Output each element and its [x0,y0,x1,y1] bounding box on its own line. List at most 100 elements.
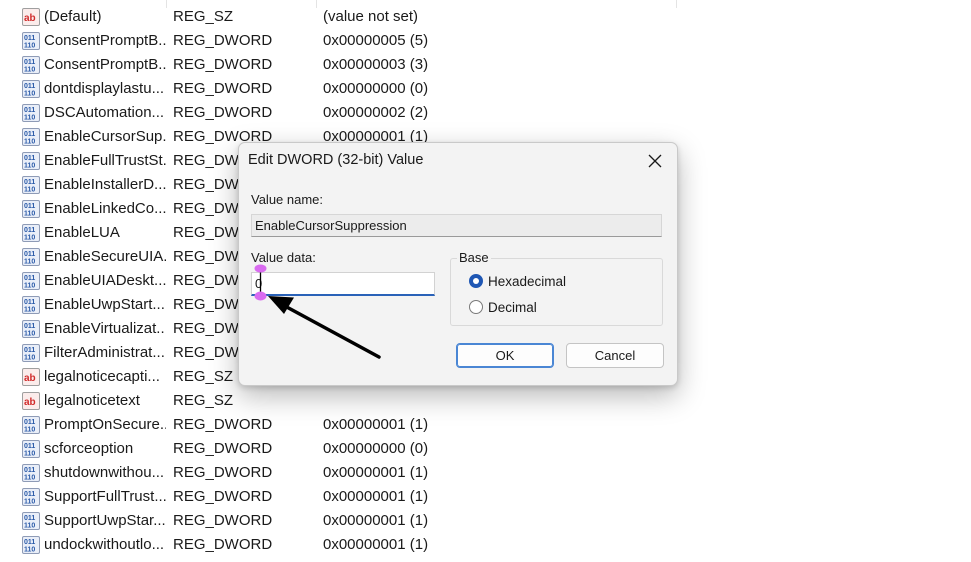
radio-hexadecimal-label: Hexadecimal [488,274,567,289]
svg-text:011: 011 [24,467,35,474]
value-name: EnableUwpStart... [44,296,165,313]
registry-value-row[interactable]: 011 110 DSCAutomation... REG_DWORD 0x0000000… [0,101,700,125]
binary-value-icon: 011 110 [22,440,40,458]
binary-value-icon: 011 110 [22,224,40,242]
value-name: EnableFullTrustSt... [44,152,166,169]
binary-value-icon: 011 110 [22,32,40,50]
value-data: 0x00000001 (1) [323,464,429,481]
value-data: 0x00000000 (0) [323,440,429,457]
svg-text:011: 011 [24,299,35,306]
svg-text:110: 110 [24,427,35,434]
value-data: 0x00000003 (3) [323,56,429,73]
svg-text:110: 110 [24,331,35,338]
binary-value-icon: 011 110 [22,488,40,506]
registry-value-row[interactable]: 011 110 shutdownwithou... REG_DWORD 0x000000… [0,461,700,485]
value-type: REG_DWORD [173,104,273,121]
value-name: legalnoticecapti... [44,368,160,385]
value-name: EnableLUA [44,224,120,241]
svg-text:011: 011 [24,323,35,330]
dialog-title: Edit DWORD (32-bit) Value [248,152,424,168]
svg-text:011: 011 [24,83,35,90]
svg-text:011: 011 [24,275,35,282]
value-name: EnableVirtualizat... [44,320,166,337]
binary-value-icon: 011 110 [22,56,40,74]
svg-text:110: 110 [24,451,35,458]
value-type: REG_DWORD [173,488,273,505]
svg-text:011: 011 [24,203,35,210]
value-name: EnableCursorSup... [44,128,166,145]
value-name: (Default) [44,8,102,25]
binary-value-icon: 011 110 [22,248,40,266]
value-data-input[interactable] [251,272,435,296]
svg-text:011: 011 [24,179,35,186]
binary-value-icon: 011 110 [22,152,40,170]
svg-text:011: 011 [24,35,35,42]
value-name: FilterAdministrat... [44,344,165,361]
svg-text:011: 011 [24,539,35,546]
binary-value-icon: 011 110 [22,344,40,362]
registry-value-row[interactable]: ab legalnoticetext REG_SZ [0,389,700,413]
value-type: REG_DWORD [173,512,273,529]
binary-value-icon: 011 110 [22,80,40,98]
svg-text:110: 110 [24,91,35,98]
svg-text:110: 110 [24,115,35,122]
value-data: 0x00000001 (1) [323,416,429,433]
base-label: Base [457,250,491,265]
svg-text:011: 011 [24,491,35,498]
svg-text:ab: ab [24,13,36,24]
svg-text:110: 110 [24,355,35,362]
value-type: REG_DWORD [173,80,273,97]
registry-value-row[interactable]: 011 110 PromptOnSecure... REG_DWORD 0x000000… [0,413,700,437]
registry-value-row[interactable]: 011 110 scforceoption REG_DWORD 0x00000000 (… [0,437,700,461]
registry-value-row[interactable]: 011 110 dontdisplaylastu... REG_DWORD 0x0000… [0,77,700,101]
value-name: EnableInstallerD... [44,176,166,193]
close-icon[interactable] [645,151,665,171]
svg-text:011: 011 [24,347,35,354]
value-name: ConsentPromptB... [44,56,166,73]
svg-text:110: 110 [24,163,35,170]
binary-value-icon: 011 110 [22,296,40,314]
binary-value-icon: 011 110 [22,320,40,338]
svg-text:011: 011 [24,59,35,66]
value-data: 0x00000001 (1) [323,512,429,529]
ok-button[interactable]: OK [456,343,554,368]
cancel-button[interactable]: Cancel [566,343,664,368]
value-name: SupportFullTrust... [44,488,166,505]
svg-text:ab: ab [24,397,36,408]
value-type: REG_DWORD [173,464,273,481]
binary-value-icon: 011 110 [22,104,40,122]
registry-value-row[interactable]: 011 110 ConsentPromptB... REG_DWORD 0x000000… [0,29,700,53]
value-data: 0x00000002 (2) [323,104,429,121]
radio-selected-icon [469,274,483,288]
svg-text:110: 110 [24,43,35,50]
registry-value-row[interactable]: 011 110 SupportUwpStar... REG_DWORD 0x000000… [0,509,700,533]
registry-value-row[interactable]: 011 110 ConsentPromptB... REG_DWORD 0x000000… [0,53,700,77]
svg-text:110: 110 [24,475,35,482]
binary-value-icon: 011 110 [22,128,40,146]
value-name: undockwithoutlo... [44,536,165,553]
registry-value-row[interactable]: 011 110 SupportFullTrust... REG_DWORD 0x0000… [0,485,700,509]
value-data: (value not set) [323,8,419,25]
value-name: EnableUIADeskt... [44,272,166,289]
value-type: REG_DWORD [173,56,273,73]
svg-text:011: 011 [24,155,35,162]
value-data: 0x00000000 (0) [323,80,429,97]
svg-text:110: 110 [24,547,35,554]
value-data: 0x00000005 (5) [323,32,429,49]
value-type: REG_DWORD [173,416,273,433]
svg-text:110: 110 [24,307,35,314]
svg-text:110: 110 [24,235,35,242]
value-name-field: EnableCursorSuppression [251,214,662,237]
value-data: 0x00000001 (1) [323,488,429,505]
value-name: dontdisplaylastu... [44,80,165,97]
value-name: scforceoption [44,440,134,457]
binary-value-icon: 011 110 [22,200,40,218]
value-type: REG_SZ [173,368,234,385]
value-name: ConsentPromptB... [44,32,166,49]
registry-value-row[interactable]: ab (Default) REG_SZ (value not set) [0,5,700,29]
svg-text:011: 011 [24,131,35,138]
binary-value-icon: 011 110 [22,464,40,482]
svg-text:110: 110 [24,283,35,290]
registry-value-row[interactable]: 011 110 undockwithoutlo... REG_DWORD 0x00000… [0,533,700,557]
value-type: REG_DWORD [173,536,273,553]
